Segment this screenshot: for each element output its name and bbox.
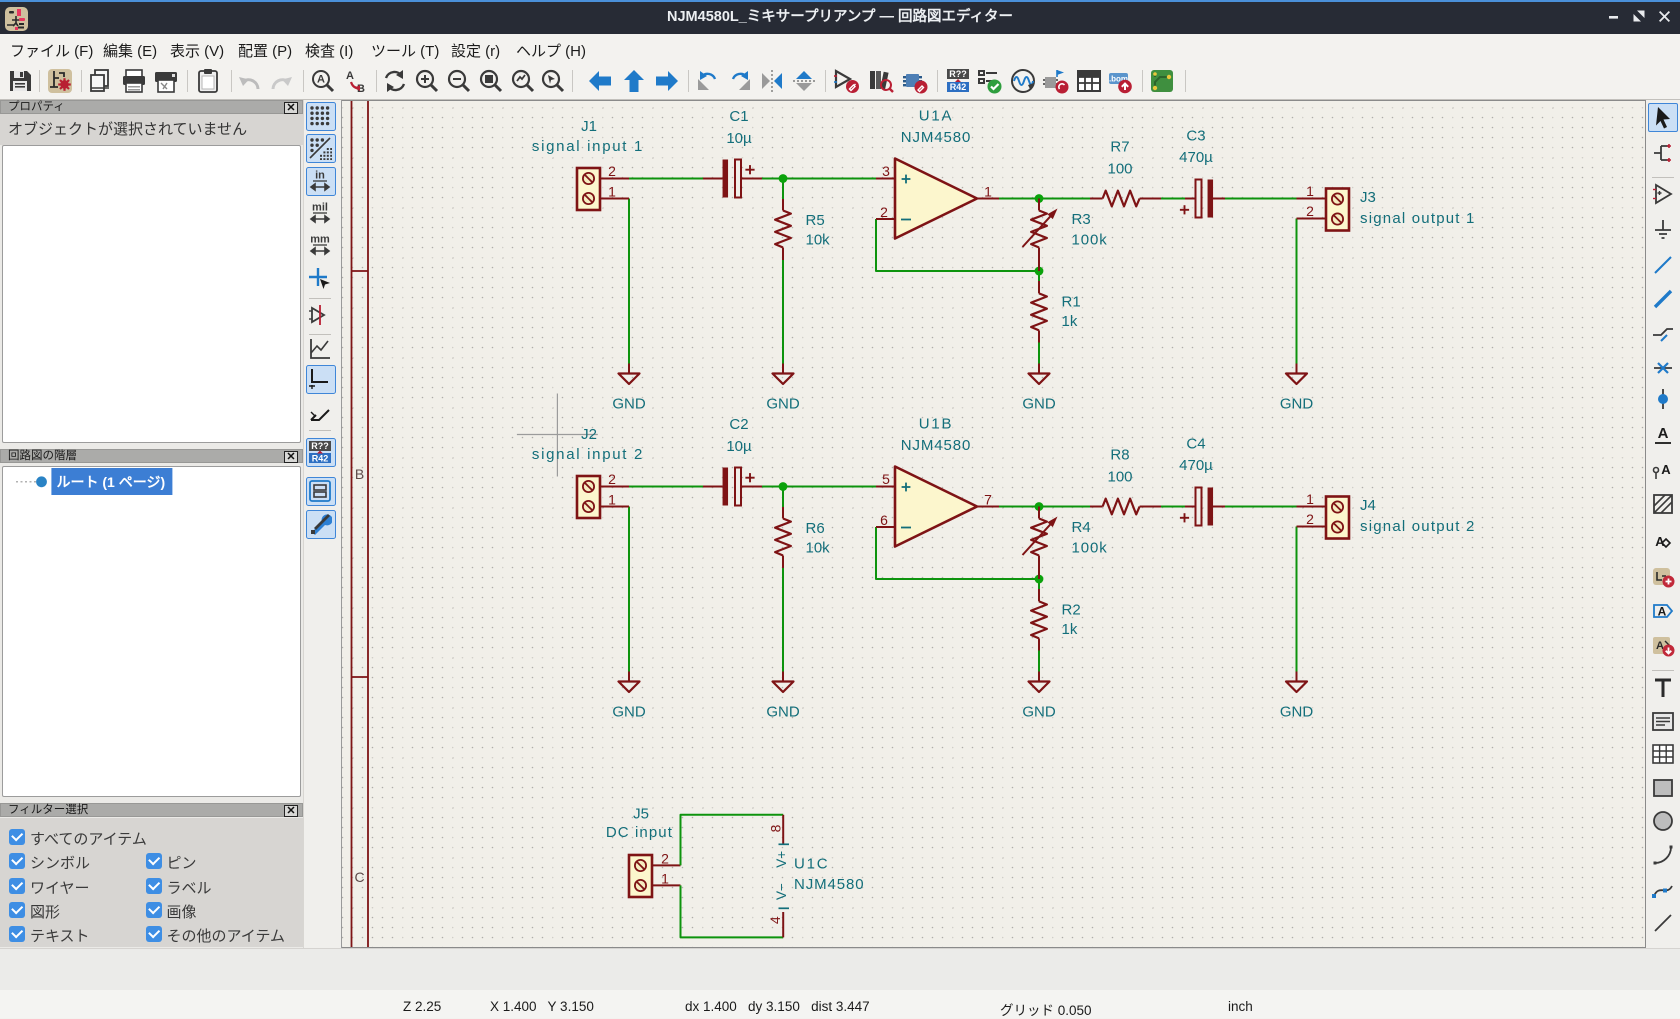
svg-text:R1: R1 [1062, 294, 1081, 311]
svg-text:C: C [354, 869, 364, 885]
svg-text:mil: mil [312, 202, 328, 214]
svg-text:J5: J5 [633, 806, 649, 823]
svg-text:1: 1 [608, 184, 616, 200]
svg-text:R8: R8 [1110, 447, 1129, 464]
svg-text:signal output 2: signal output 2 [1360, 518, 1476, 535]
svg-text:3: 3 [882, 163, 890, 179]
svg-text:C2: C2 [729, 416, 748, 433]
svg-text:100k: 100k [1072, 232, 1108, 249]
svg-text:R2: R2 [1062, 602, 1081, 619]
svg-text:NJM4580: NJM4580 [794, 876, 865, 893]
svg-text:A: A [346, 70, 354, 82]
svg-text:J4: J4 [1360, 497, 1376, 514]
svg-text:NJM4580: NJM4580 [901, 437, 972, 454]
svg-text:2: 2 [880, 204, 888, 220]
svg-text:R6: R6 [806, 520, 825, 537]
svg-text:U1C: U1C [794, 856, 829, 873]
svg-text:100: 100 [1107, 469, 1132, 486]
svg-text:1k: 1k [1062, 313, 1078, 330]
svg-text:GND: GND [766, 704, 800, 721]
svg-text:1: 1 [1306, 183, 1314, 199]
svg-text:R42: R42 [312, 454, 329, 464]
svg-text:C1: C1 [729, 108, 748, 125]
svg-text:1: 1 [984, 184, 992, 200]
svg-text:R5: R5 [806, 212, 825, 229]
svg-text:R??: R?? [311, 441, 329, 451]
svg-text:470µ: 470µ [1179, 457, 1213, 474]
svg-text:A: A [317, 74, 325, 86]
svg-text:V−: V− [774, 883, 789, 900]
svg-text:mm: mm [310, 234, 330, 246]
svg-text:2: 2 [1306, 203, 1314, 219]
svg-text:100: 100 [1107, 161, 1132, 178]
svg-text:DC input: DC input [606, 824, 673, 841]
svg-text:GND: GND [1280, 704, 1314, 721]
svg-text:J3: J3 [1360, 189, 1376, 206]
svg-text:signal input 1: signal input 1 [532, 138, 644, 155]
svg-text:7: 7 [984, 492, 992, 508]
svg-text:NJM4580: NJM4580 [901, 129, 972, 146]
svg-text:10µ: 10µ [726, 130, 752, 147]
svg-text:5: 5 [882, 471, 890, 487]
svg-text:2: 2 [608, 163, 616, 179]
svg-text:R42: R42 [950, 82, 967, 92]
svg-text:1: 1 [1306, 491, 1314, 507]
svg-text:J1: J1 [581, 118, 597, 135]
svg-text:R7: R7 [1110, 139, 1129, 156]
svg-text:10k: 10k [806, 232, 831, 249]
svg-text:B: B [355, 466, 364, 482]
svg-text:GND: GND [766, 396, 800, 413]
svg-text:signal input 2: signal input 2 [532, 446, 644, 463]
svg-text:8: 8 [768, 824, 784, 832]
svg-text:U1A: U1A [919, 108, 954, 125]
svg-text:GND: GND [612, 396, 646, 413]
svg-text:2: 2 [1306, 511, 1314, 527]
svg-text:2: 2 [608, 471, 616, 487]
svg-text:1: 1 [661, 870, 669, 886]
svg-text:A: A [1661, 462, 1671, 477]
svg-text:ルート (1 ページ): ルート (1 ページ) [57, 474, 166, 490]
svg-text:U1B: U1B [919, 416, 954, 433]
svg-text:A: A [1658, 605, 1667, 619]
svg-text:GND: GND [1022, 396, 1056, 413]
svg-text:1: 1 [608, 492, 616, 508]
svg-text:GND: GND [1280, 396, 1314, 413]
svg-text:10k: 10k [806, 540, 831, 557]
svg-text:4: 4 [767, 916, 783, 924]
svg-text:GND: GND [612, 704, 646, 721]
svg-text:1k: 1k [1062, 621, 1078, 638]
svg-text:100k: 100k [1072, 540, 1108, 557]
svg-text:A: A [1658, 425, 1669, 442]
svg-text:10µ: 10µ [726, 438, 752, 455]
svg-text:2: 2 [661, 850, 669, 866]
svg-text:V+: V+ [774, 851, 789, 868]
svg-text:R4: R4 [1072, 519, 1091, 536]
svg-text:in: in [315, 170, 325, 182]
svg-text:R3: R3 [1072, 211, 1091, 228]
svg-text:J2: J2 [581, 426, 597, 443]
svg-text:C3: C3 [1186, 128, 1205, 145]
svg-text:signal output 1: signal output 1 [1360, 210, 1476, 227]
svg-text:GND: GND [1022, 704, 1056, 721]
svg-text:C4: C4 [1186, 436, 1205, 453]
svg-text:R??: R?? [949, 69, 967, 79]
svg-text:6: 6 [880, 512, 888, 528]
svg-text:470µ: 470µ [1179, 149, 1213, 166]
